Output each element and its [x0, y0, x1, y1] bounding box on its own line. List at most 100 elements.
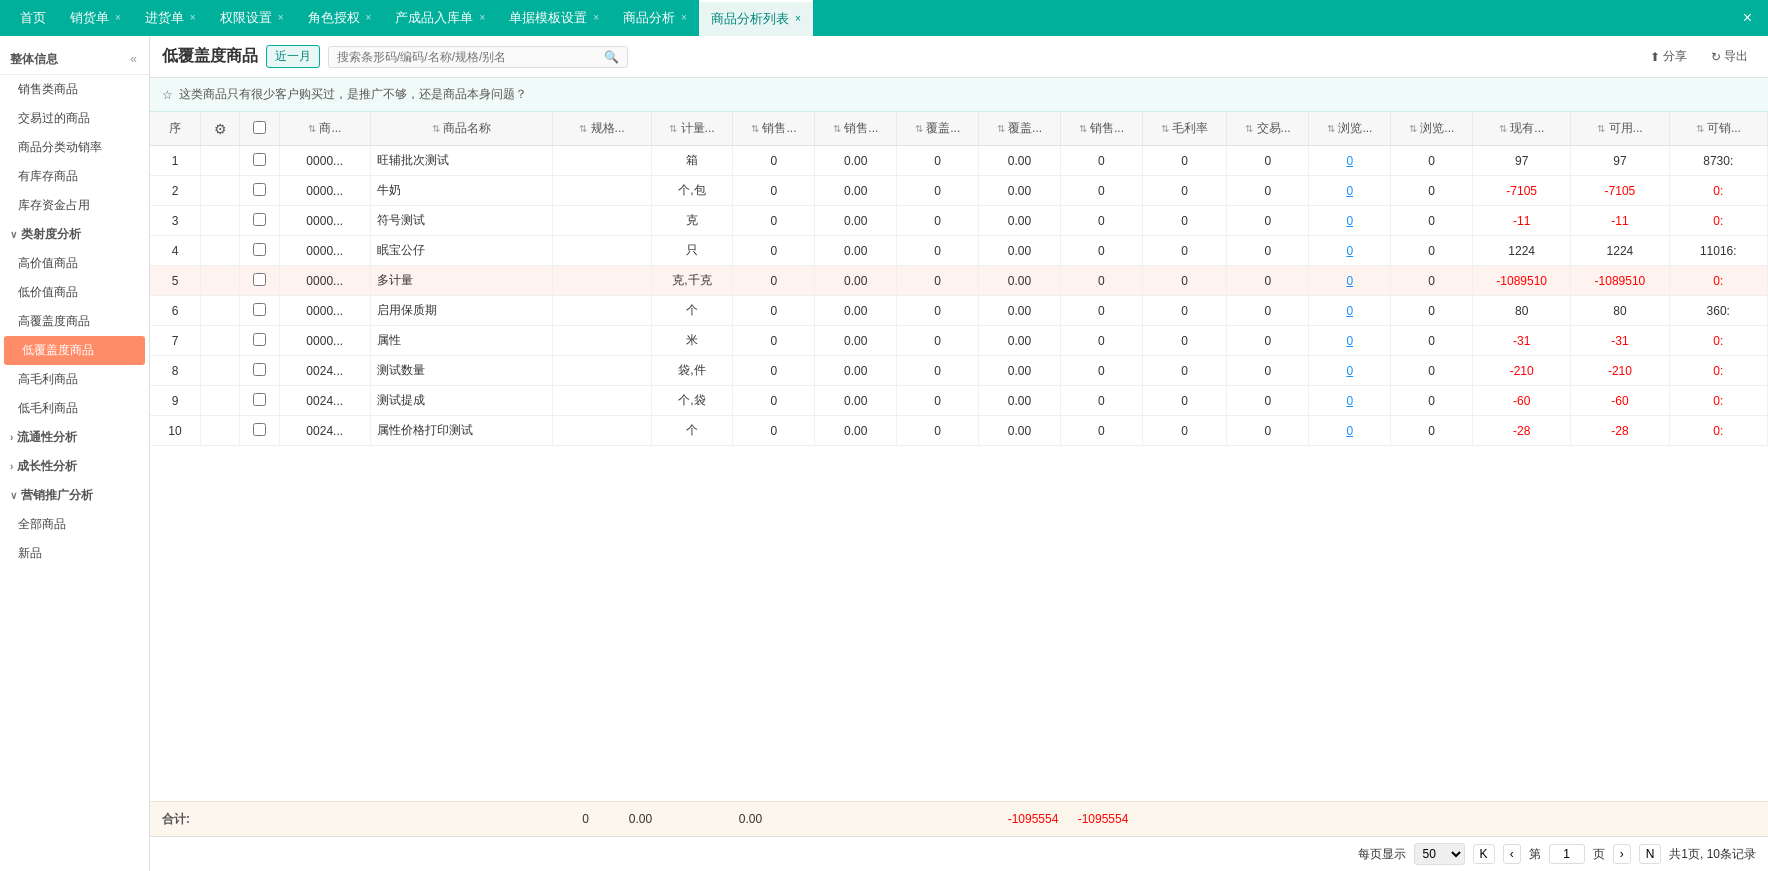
row-checkbox[interactable] — [240, 386, 279, 416]
search-box: 🔍 — [328, 46, 628, 68]
row-view2: 0 — [1391, 176, 1473, 206]
row-seq: 2 — [150, 176, 201, 206]
row-checkbox[interactable] — [240, 326, 279, 356]
row-gross: 0 — [1142, 236, 1227, 266]
settings-icon[interactable]: ⚙ — [214, 121, 227, 137]
sidebar-item-high-value[interactable]: 高价值商品 — [0, 249, 149, 278]
nav-home[interactable]: 首页 — [8, 0, 58, 36]
nav-permission-settings[interactable]: 权限设置 × — [208, 0, 296, 36]
next-page-button[interactable]: › — [1613, 844, 1631, 864]
col-header-checkbox[interactable] — [240, 112, 279, 146]
row-seq: 10 — [150, 416, 201, 446]
page-prefix-label: 第 — [1529, 846, 1541, 863]
sidebar-section-marketing[interactable]: ∨ 营销推广分析 — [0, 481, 149, 510]
row-checkbox[interactable] — [240, 146, 279, 176]
row-checkbox[interactable] — [240, 266, 279, 296]
prev-page-button[interactable]: ‹ — [1503, 844, 1521, 864]
sidebar-item-category-turnover[interactable]: 商品分类动销率 — [0, 133, 149, 162]
col-header-cur: ⇅ 现有... — [1473, 112, 1571, 146]
row-saleable: 0: — [1669, 356, 1767, 386]
row-gross: 0 — [1142, 356, 1227, 386]
search-icon[interactable]: 🔍 — [604, 50, 619, 64]
sidebar-item-inventory-goods[interactable]: 有库存商品 — [0, 162, 149, 191]
close-window-button[interactable]: × — [1735, 9, 1760, 27]
last-page-button[interactable]: N — [1639, 844, 1662, 864]
share-button[interactable]: ⬆ 分享 — [1642, 44, 1695, 69]
sidebar-item-new-goods[interactable]: 新品 — [0, 539, 149, 568]
row-view1[interactable]: 0 — [1309, 356, 1391, 386]
first-page-button[interactable]: K — [1473, 844, 1495, 864]
row-spec — [553, 146, 651, 176]
row-empty — [201, 416, 240, 446]
sidebar-item-low-coverage[interactable]: 低覆盖度商品 — [4, 336, 145, 365]
row-checkbox[interactable] — [240, 206, 279, 236]
sidebar-item-traded-goods[interactable]: 交易过的商品 — [0, 104, 149, 133]
row-checkbox[interactable] — [240, 416, 279, 446]
nav-product-warehouse[interactable]: 产成品入库单 × — [383, 0, 497, 36]
sidebar-item-inventory-capital[interactable]: 库存资金占用 — [0, 191, 149, 220]
per-page-select[interactable]: 501020100 — [1414, 843, 1465, 865]
col-header-spec: ⇅ 规格... — [553, 112, 651, 146]
content-area: 低覆盖度商品 近一月 🔍 ⬆ 分享 ↻ 导出 ☆ 这类商品只有很少客户购买过，是… — [150, 36, 1768, 871]
row-seq: 5 — [150, 266, 201, 296]
row-name: 多计量 — [370, 266, 552, 296]
row-trans: 0 — [1227, 146, 1309, 176]
row-saleable: 0: — [1669, 386, 1767, 416]
nav-sales-order[interactable]: 销货单 × — [58, 0, 133, 36]
time-filter-button[interactable]: 近一月 — [266, 45, 320, 68]
col-header-sale2: ⇅ 销售... — [815, 112, 897, 146]
sidebar-item-high-margin[interactable]: 高毛利商品 — [0, 365, 149, 394]
row-gross: 0 — [1142, 206, 1227, 236]
table-row: 2 0000... 牛奶 个,包 0 0.00 0 0.00 0 0 0 0 0… — [150, 176, 1768, 206]
select-all-checkbox[interactable] — [253, 121, 266, 134]
nav-template-settings[interactable]: 单据模板设置 × — [497, 0, 611, 36]
col-header-saleable: ⇅ 可销... — [1669, 112, 1767, 146]
sidebar-item-all-goods[interactable]: 全部商品 — [0, 510, 149, 539]
row-unit: 个 — [651, 296, 733, 326]
sidebar-section-circulation[interactable]: › 流通性分析 — [0, 423, 149, 452]
nav-product-analysis-list[interactable]: 商品分析列表 × — [699, 0, 813, 36]
row-spec — [553, 176, 651, 206]
row-view1[interactable]: 0 — [1309, 296, 1391, 326]
row-spec — [553, 416, 651, 446]
sidebar-item-low-margin[interactable]: 低毛利商品 — [0, 394, 149, 423]
row-cur: -28 — [1473, 416, 1571, 446]
row-checkbox[interactable] — [240, 356, 279, 386]
nav-product-analysis[interactable]: 商品分析 × — [611, 0, 699, 36]
nav-purchase-order[interactable]: 进货单 × — [133, 0, 208, 36]
nav-role-auth[interactable]: 角色授权 × — [296, 0, 384, 36]
row-view1[interactable]: 0 — [1309, 266, 1391, 296]
table-row: 9 0024... 测试提成 个,袋 0 0.00 0 0.00 0 0 0 0… — [150, 386, 1768, 416]
row-view1[interactable]: 0 — [1309, 236, 1391, 266]
row-spec — [553, 236, 651, 266]
row-checkbox[interactable] — [240, 176, 279, 206]
search-input[interactable] — [337, 50, 604, 64]
export-button[interactable]: ↻ 导出 — [1703, 44, 1756, 69]
row-view1[interactable]: 0 — [1309, 176, 1391, 206]
row-empty — [201, 266, 240, 296]
row-view1[interactable]: 0 — [1309, 416, 1391, 446]
row-view1[interactable]: 0 — [1309, 386, 1391, 416]
sidebar-item-high-coverage[interactable]: 高覆盖度商品 — [0, 307, 149, 336]
col-header-cov1: ⇅ 覆盖... — [897, 112, 979, 146]
row-checkbox[interactable] — [240, 296, 279, 326]
sidebar-item-low-value[interactable]: 低价值商品 — [0, 278, 149, 307]
row-avail: -11 — [1571, 206, 1669, 236]
row-view1[interactable]: 0 — [1309, 206, 1391, 236]
sidebar-collapse-button[interactable]: « — [124, 50, 143, 68]
row-seq: 8 — [150, 356, 201, 386]
sidebar-item-sales-goods[interactable]: 销售类商品 — [0, 75, 149, 104]
row-unit: 米 — [651, 326, 733, 356]
row-sale2: 0.00 — [815, 176, 897, 206]
row-seq: 1 — [150, 146, 201, 176]
row-sale2: 0.00 — [815, 266, 897, 296]
sidebar-section-growth[interactable]: › 成长性分析 — [0, 452, 149, 481]
sidebar-section-coverage[interactable]: ∨ 类射度分析 — [0, 220, 149, 249]
row-checkbox[interactable] — [240, 236, 279, 266]
row-avail: -1089510 — [1571, 266, 1669, 296]
row-view1[interactable]: 0 — [1309, 326, 1391, 356]
row-view1[interactable]: 0 — [1309, 146, 1391, 176]
col-header-cov2: ⇅ 覆盖... — [979, 112, 1061, 146]
current-page-input[interactable] — [1549, 844, 1585, 864]
col-header-check: ⚙ — [201, 112, 240, 146]
